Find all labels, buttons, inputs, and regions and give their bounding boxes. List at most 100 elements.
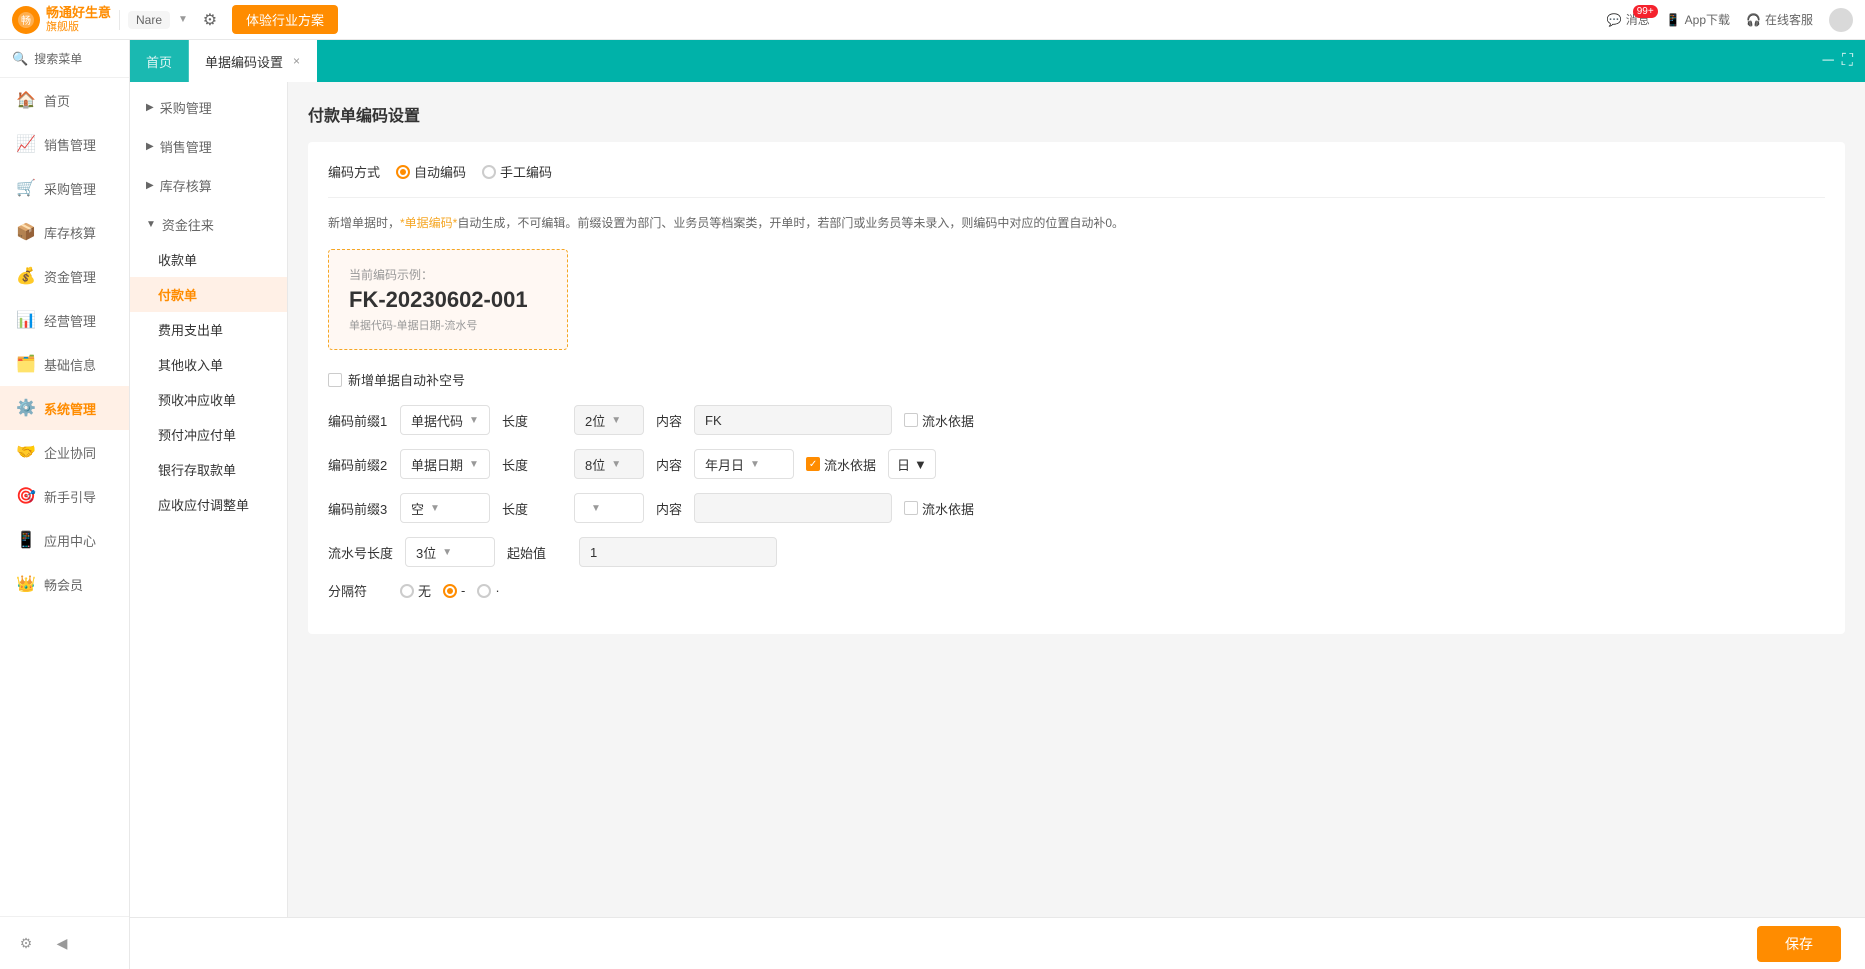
manual-encode-radio[interactable]: 手工编码: [482, 162, 552, 181]
submenu-item-advance-payment[interactable]: 预付冲应付单: [130, 417, 287, 452]
company-name[interactable]: Nare: [128, 11, 170, 29]
auto-fill-checkbox[interactable]: [328, 373, 342, 387]
search-icon: 🔍: [12, 51, 28, 67]
apps-icon: 📱: [16, 530, 36, 550]
sidebar-item-enterprise[interactable]: 🤝 企业协同: [0, 430, 129, 474]
stream2-checkbox[interactable]: ✓: [806, 457, 820, 471]
sidebar-item-basic[interactable]: 🗂️ 基础信息: [0, 342, 129, 386]
separator-dot-radio[interactable]: ·: [477, 583, 499, 598]
submenu-header-sales[interactable]: ▶ 销售管理: [130, 129, 287, 164]
operation-icon: 📊: [16, 310, 36, 330]
separator-dash-dot: [443, 584, 457, 598]
sub-menu: ▶ 采购管理 ▶ 销售管理 ▶ 库存核算: [130, 82, 288, 969]
tab-bar-actions: ─ ⛶: [1810, 40, 1865, 82]
home-icon: 🏠: [16, 90, 36, 110]
submenu-item-bank[interactable]: 银行存取款单: [130, 452, 287, 487]
message-button[interactable]: 💬 消息 99+: [1607, 11, 1650, 28]
settings-icon[interactable]: ⚙: [196, 6, 224, 34]
separator-none-radio[interactable]: 无: [400, 581, 431, 600]
prefix2-select[interactable]: 单据日期 ▼: [400, 449, 490, 479]
submenu-item-receipt[interactable]: 收款单: [130, 242, 287, 277]
settings-card: 编码方式 自动编码 手工编码: [308, 142, 1845, 634]
content2-arrow: ▼: [750, 459, 760, 470]
sidebar-item-member[interactable]: 👑 畅会员: [0, 562, 129, 606]
settings-bottom-icon[interactable]: ⚙: [12, 929, 40, 957]
submenu-header-finance[interactable]: ▼ 资金往来: [130, 207, 287, 242]
top-bar-right: 💬 消息 99+ 📱 App下载 🎧 在线客服: [1607, 8, 1853, 32]
stream1-checkbox[interactable]: [904, 413, 918, 427]
sidebar-item-guide[interactable]: 🎯 新手引导: [0, 474, 129, 518]
sidebar-search[interactable]: 🔍 搜索菜单: [0, 40, 129, 78]
prefix3-select[interactable]: 空 ▼: [400, 493, 490, 523]
prefix1-arrow: ▼: [469, 415, 479, 426]
online-service-button[interactable]: 🎧 在线客服: [1746, 11, 1813, 28]
logo-text: 畅通好生意 旗舰版: [46, 5, 111, 34]
content3-input[interactable]: [694, 493, 892, 523]
tab-encode-settings[interactable]: 单据编码设置 ×: [189, 40, 317, 82]
prefix1-select[interactable]: 单据代码 ▼: [400, 405, 490, 435]
sidebar-item-system[interactable]: ⚙️ 系统管理: [0, 386, 129, 430]
submenu-group-inventory: ▶ 库存核算: [130, 168, 287, 203]
serial-row: 流水号长度 3位 ▼ 起始值: [328, 537, 1825, 567]
length1-label: 长度: [502, 411, 562, 430]
basic-icon: 🗂️: [16, 354, 36, 374]
trial-button[interactable]: 体验行业方案: [232, 5, 338, 34]
top-bar: 畅 畅通好生意 旗舰版 Nare ▼ ⚙ 体验行业方案 💬 消息 99+ 📱 A…: [0, 0, 1865, 40]
sidebar-item-sales[interactable]: 📈 销售管理: [0, 122, 129, 166]
separator-dash-radio[interactable]: -: [443, 583, 465, 598]
content1-label: 内容: [656, 411, 682, 430]
chevron-right-icon2: ▶: [146, 141, 154, 152]
app-download-button[interactable]: 📱 App下载: [1666, 11, 1730, 28]
length1-select[interactable]: 2位 ▼: [574, 405, 644, 435]
content2-select[interactable]: 年月日 ▼: [694, 449, 794, 479]
prefix2-arrow: ▼: [469, 459, 479, 470]
chevron-down-icon[interactable]: ▼: [178, 14, 188, 25]
collapse-icon[interactable]: ◀: [48, 929, 76, 957]
submenu-item-expense[interactable]: 费用支出单: [130, 312, 287, 347]
sidebar-item-finance[interactable]: 💰 资金管理: [0, 254, 129, 298]
svg-text:畅: 畅: [21, 14, 31, 27]
user-avatar[interactable]: [1829, 8, 1853, 32]
submenu-header-purchase[interactable]: ▶ 采购管理: [130, 90, 287, 125]
separator-row: 分隔符 无 - ·: [328, 581, 1825, 600]
start-value-label: 起始值: [507, 543, 567, 562]
tab-minimize-icon[interactable]: ─: [1822, 52, 1833, 70]
length3-arrow: ▼: [591, 503, 601, 514]
sidebar-item-home[interactable]: 🏠 首页: [0, 78, 129, 122]
stream2-unit-select[interactable]: 日 ▼: [888, 449, 936, 479]
serial-length-select[interactable]: 3位 ▼: [405, 537, 495, 567]
submenu-item-advance-receipt[interactable]: 预收冲应收单: [130, 382, 287, 417]
auto-encode-radio[interactable]: 自动编码: [396, 162, 466, 181]
auto-encode-dot: [396, 165, 410, 179]
example-label: 当前编码示例：: [349, 266, 547, 283]
sidebar-item-inventory[interactable]: 📦 库存核算: [0, 210, 129, 254]
submenu-item-adjust[interactable]: 应收应付调整单: [130, 487, 287, 522]
submenu-item-payment[interactable]: 付款单: [130, 277, 287, 312]
encoding-mode-label: 编码方式: [328, 162, 380, 181]
sidebar-item-operation[interactable]: 📊 经营管理: [0, 298, 129, 342]
example-code: FK-20230602-001: [349, 287, 547, 313]
sidebar-nav: 🏠 首页 📈 销售管理 🛒 采购管理 📦 库存核算 💰 资金管理 📊 经: [0, 78, 129, 916]
start-value-input[interactable]: [579, 537, 777, 567]
tab-close-icon[interactable]: ×: [293, 54, 300, 68]
content1-input[interactable]: [694, 405, 892, 435]
length2-select[interactable]: 8位 ▼: [574, 449, 644, 479]
info-text: 新增单据时，*单据编码*自动生成，不可编辑。前缀设置为部门、业务员等档案类，开单…: [328, 214, 1825, 233]
submenu-header-inventory[interactable]: ▶ 库存核算: [130, 168, 287, 203]
tab-maximize-icon[interactable]: ⛶: [1842, 52, 1853, 70]
tab-home[interactable]: 首页: [130, 40, 189, 82]
example-box: 当前编码示例： FK-20230602-001 单据代码-单据日期-流水号: [328, 249, 568, 350]
submenu-item-other-income[interactable]: 其他收入单: [130, 347, 287, 382]
save-button[interactable]: 保存: [1757, 926, 1841, 962]
length3-select[interactable]: ▼: [574, 493, 644, 523]
content3-label: 内容: [656, 499, 682, 518]
day-arrow: ▼: [914, 457, 927, 472]
stream3-checkbox[interactable]: [904, 501, 918, 515]
length2-label: 长度: [502, 455, 562, 474]
sidebar-item-apps[interactable]: 📱 应用中心: [0, 518, 129, 562]
stream2-check-row: ✓ 流水依据: [806, 455, 876, 474]
stream2-label: 流水依据: [824, 455, 876, 474]
submenu-group-purchase: ▶ 采购管理: [130, 90, 287, 125]
prefix2-row: 编码前缀2 单据日期 ▼ 长度 8位 ▼ 内容 年月日: [328, 449, 1825, 479]
sidebar-item-purchase[interactable]: 🛒 采购管理: [0, 166, 129, 210]
